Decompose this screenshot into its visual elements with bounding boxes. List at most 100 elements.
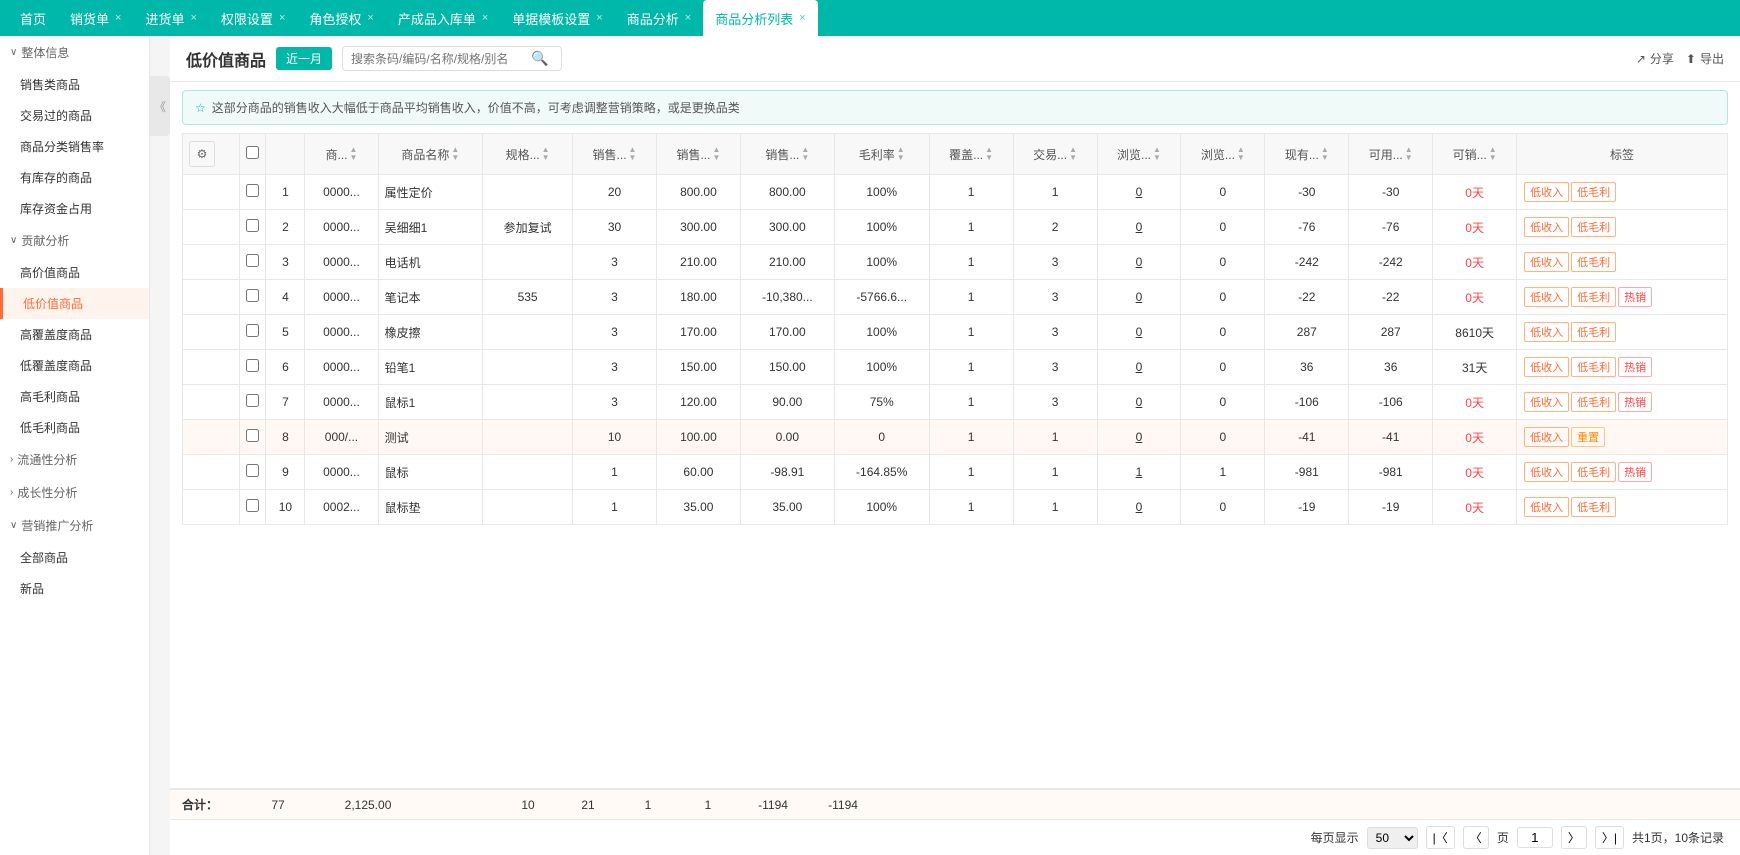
sidebar-item-库存资金占用[interactable]: 库存资金占用: [0, 193, 149, 224]
row-checkbox-cell[interactable]: [240, 175, 266, 210]
nav-item-产成品入库单[interactable]: 产成品入库单×: [386, 0, 500, 36]
browse1-link[interactable]: 0: [1136, 220, 1143, 234]
share-button[interactable]: ↗ 分享: [1636, 50, 1674, 67]
sidebar-item-低毛利商品[interactable]: 低毛利商品: [0, 412, 149, 443]
row-browse1[interactable]: 0: [1097, 420, 1181, 455]
sidebar-item-新品[interactable]: 新品: [0, 573, 149, 604]
row-browse1[interactable]: 0: [1097, 175, 1181, 210]
th-current[interactable]: 现有... ▲▼: [1265, 134, 1349, 175]
close-icon[interactable]: ×: [367, 12, 373, 24]
row-checkbox-cell[interactable]: [240, 385, 266, 420]
row-checkbox-cell[interactable]: [240, 210, 266, 245]
row-checkbox[interactable]: [246, 464, 259, 477]
browse1-link[interactable]: 1: [1136, 465, 1143, 479]
th-sellable[interactable]: 可销... ▲▼: [1433, 134, 1517, 175]
nav-item-角色授权[interactable]: 角色授权×: [297, 0, 385, 36]
th-sales1[interactable]: 销售... ▲▼: [656, 134, 740, 175]
row-browse1[interactable]: 0: [1097, 315, 1181, 350]
nav-item-进货单[interactable]: 进货单×: [133, 0, 208, 36]
row-checkbox-cell[interactable]: [240, 420, 266, 455]
row-browse1[interactable]: 0: [1097, 350, 1181, 385]
nav-item-商品分析列表[interactable]: 商品分析列表×: [703, 0, 817, 36]
row-browse1[interactable]: 0: [1097, 210, 1181, 245]
row-browse1[interactable]: 0: [1097, 280, 1181, 315]
th-name[interactable]: 商品名称 ▲▼: [378, 134, 483, 175]
next-page-button[interactable]: 〉: [1561, 826, 1587, 849]
sidebar-item-高毛利商品[interactable]: 高毛利商品: [0, 381, 149, 412]
th-code[interactable]: 商... ▲▼: [305, 134, 378, 175]
row-checkbox[interactable]: [246, 254, 259, 267]
th-sales2[interactable]: 销售... ▲▼: [740, 134, 834, 175]
last-page-button[interactable]: 〉|: [1595, 826, 1624, 849]
row-browse1[interactable]: 0: [1097, 245, 1181, 280]
row-checkbox[interactable]: [246, 289, 259, 302]
sidebar-section-营销推广分析[interactable]: ∨营销推广分析: [0, 509, 149, 542]
sidebar-item-全部商品[interactable]: 全部商品: [0, 542, 149, 573]
checkbox-col-header[interactable]: [240, 134, 266, 175]
sidebar-item-商品分类销售率[interactable]: 商品分类销售率: [0, 131, 149, 162]
row-checkbox[interactable]: [246, 184, 259, 197]
search-icon[interactable]: 🔍: [531, 50, 548, 67]
period-button[interactable]: 近一月: [276, 47, 332, 70]
nav-item-首页[interactable]: 首页: [8, 0, 58, 36]
nav-item-权限设置[interactable]: 权限设置×: [209, 0, 297, 36]
sidebar-item-交易过的商品[interactable]: 交易过的商品: [0, 100, 149, 131]
sidebar-section-贡献分析[interactable]: ∨贡献分析: [0, 224, 149, 257]
page-number-input[interactable]: [1517, 827, 1553, 848]
close-icon[interactable]: ×: [685, 12, 691, 24]
close-icon[interactable]: ×: [190, 12, 196, 24]
row-checkbox-cell[interactable]: [240, 350, 266, 385]
th-gross[interactable]: 毛利率 ▲▼: [834, 134, 929, 175]
sidebar-item-低价值商品[interactable]: 低价值商品: [0, 288, 149, 319]
close-icon[interactable]: ×: [596, 12, 602, 24]
row-browse1[interactable]: 0: [1097, 385, 1181, 420]
browse1-link[interactable]: 0: [1136, 255, 1143, 269]
browse1-link[interactable]: 0: [1136, 395, 1143, 409]
row-checkbox[interactable]: [246, 499, 259, 512]
prev-page-button[interactable]: 〈: [1463, 826, 1489, 849]
close-icon[interactable]: ×: [799, 12, 805, 24]
sidebar-section-流通性分析[interactable]: ›流通性分析: [0, 443, 149, 476]
th-usable[interactable]: 可用... ▲▼: [1349, 134, 1433, 175]
th-browse1[interactable]: 浏览... ▲▼: [1097, 134, 1181, 175]
row-checkbox-cell[interactable]: [240, 455, 266, 490]
close-icon[interactable]: ×: [279, 12, 285, 24]
settings-icon[interactable]: ⚙: [189, 141, 215, 167]
page-size-select[interactable]: 50 100 200: [1367, 827, 1418, 849]
th-spec[interactable]: 规格... ▲▼: [483, 134, 573, 175]
th-cover[interactable]: 覆盖... ▲▼: [929, 134, 1013, 175]
sidebar-section-整体信息[interactable]: ∨整体信息: [0, 36, 149, 69]
sidebar-item-低覆盖度商品[interactable]: 低覆盖度商品: [0, 350, 149, 381]
row-checkbox[interactable]: [246, 359, 259, 372]
sidebar-item-高价值商品[interactable]: 高价值商品: [0, 257, 149, 288]
th-browse2[interactable]: 浏览... ▲▼: [1181, 134, 1265, 175]
row-checkbox-cell[interactable]: [240, 245, 266, 280]
row-checkbox-cell[interactable]: [240, 280, 266, 315]
row-checkbox[interactable]: [246, 324, 259, 337]
sidebar-item-有库存的商品[interactable]: 有库存的商品: [0, 162, 149, 193]
search-input[interactable]: [351, 52, 531, 66]
sidebar-collapse-button[interactable]: 《: [150, 76, 170, 136]
row-checkbox[interactable]: [246, 219, 259, 232]
export-button[interactable]: ⬆ 导出: [1686, 50, 1724, 67]
row-checkbox[interactable]: [246, 394, 259, 407]
browse1-link[interactable]: 0: [1136, 290, 1143, 304]
row-checkbox-cell[interactable]: [240, 490, 266, 525]
browse1-link[interactable]: 0: [1136, 325, 1143, 339]
close-icon[interactable]: ×: [115, 12, 121, 24]
nav-item-销货单[interactable]: 销货单×: [58, 0, 133, 36]
browse1-link[interactable]: 0: [1136, 430, 1143, 444]
th-deal[interactable]: 交易... ▲▼: [1013, 134, 1097, 175]
row-browse1[interactable]: 1: [1097, 455, 1181, 490]
sidebar-item-销售类商品[interactable]: 销售类商品: [0, 69, 149, 100]
settings-col-header[interactable]: ⚙: [183, 134, 240, 175]
browse1-link[interactable]: 0: [1136, 360, 1143, 374]
nav-item-商品分析[interactable]: 商品分析×: [615, 0, 703, 36]
row-checkbox[interactable]: [246, 429, 259, 442]
close-icon[interactable]: ×: [482, 12, 488, 24]
browse1-link[interactable]: 0: [1136, 500, 1143, 514]
first-page-button[interactable]: |〈: [1426, 826, 1455, 849]
sidebar-section-成长性分析[interactable]: ›成长性分析: [0, 476, 149, 509]
nav-item-单据模板设置[interactable]: 单据模板设置×: [500, 0, 614, 36]
th-qty[interactable]: 销售... ▲▼: [573, 134, 657, 175]
